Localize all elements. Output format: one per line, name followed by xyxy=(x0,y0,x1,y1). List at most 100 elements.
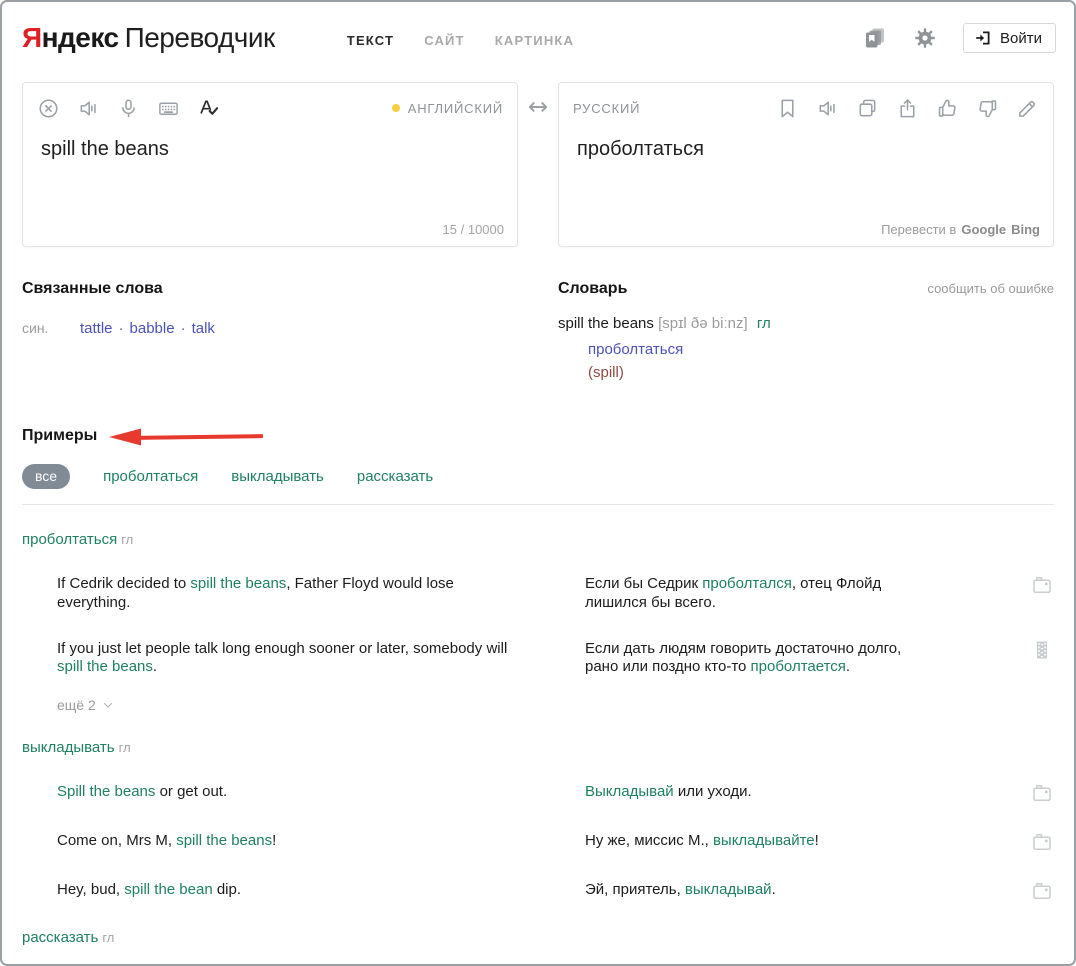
listen-source-icon[interactable] xyxy=(77,97,100,120)
group-pos-label: гл xyxy=(121,532,134,547)
example-group-header: выкладывать гл xyxy=(22,739,1054,756)
swap-languages-icon[interactable] xyxy=(525,94,551,120)
target-toolbar: РУССКИЙ xyxy=(573,95,1039,121)
edit-pencil-icon[interactable] xyxy=(1016,97,1039,120)
example-group-header: проболтаться гл xyxy=(22,531,1054,548)
examples-header: Примеры xyxy=(22,425,1054,447)
login-button[interactable]: Войти xyxy=(963,23,1056,53)
example-translation-text: Эй, приятель, выкладывай. xyxy=(585,881,776,898)
example-source-text: Come on, Mrs M, spill the beans! xyxy=(57,832,277,849)
bookmark-icon[interactable] xyxy=(776,97,799,120)
source-panel[interactable]: АНГЛИЙСКИЙ spill the beans 15 / 10000 xyxy=(22,82,518,247)
highlighted-phrase[interactable]: проболтался xyxy=(702,575,792,592)
source-tools xyxy=(37,97,220,120)
example-row: Come on, Mrs M, spill the beans! Ну же, м… xyxy=(22,832,1054,854)
filmstrip-source-icon[interactable] xyxy=(1030,638,1054,662)
synonym-link[interactable]: babble xyxy=(130,320,175,337)
video-source-icon[interactable] xyxy=(1030,830,1054,854)
video-source-icon[interactable] xyxy=(1030,573,1054,597)
synonym-type-label: син. xyxy=(22,320,49,336)
synonym-link[interactable]: tattle xyxy=(80,320,113,337)
translate-in-label: Перевести в xyxy=(881,222,957,237)
microphone-icon[interactable] xyxy=(117,97,140,120)
example-translation-text: Если бы Седрик проболтался, отец Флойд л… xyxy=(585,575,882,611)
example-group-header: рассказать гл xyxy=(22,929,1054,946)
example-groups: проболтаться гл If Cedrik decided to spill… xyxy=(22,531,1054,964)
target-panel[interactable]: РУССКИЙ проболтаться Перевести в Google … xyxy=(558,82,1054,247)
dictionary-header: Словарь сообщить об ошибке xyxy=(558,280,1054,298)
yandex-translate-logo[interactable]: Яндекс Переводчик xyxy=(22,22,275,54)
chevron-down-icon xyxy=(103,702,112,708)
synonym-links: tattle · babble · talk xyxy=(80,320,215,337)
dictionary-heading: Словарь xyxy=(558,280,628,297)
synonym-link[interactable]: talk xyxy=(192,320,215,337)
highlighted-phrase[interactable]: выкладывайте xyxy=(713,832,815,849)
group-word-link[interactable]: проболтаться xyxy=(22,531,117,548)
show-more-label: ещё 2 xyxy=(57,697,96,713)
source-toolbar: АНГЛИЙСКИЙ xyxy=(37,95,503,121)
example-source-text: Spill the beans or get out. xyxy=(57,783,228,800)
copy-icon[interactable] xyxy=(856,97,879,120)
settings-gear-icon[interactable] xyxy=(913,26,937,50)
clear-input-icon[interactable] xyxy=(37,97,60,120)
group-word-link[interactable]: выкладывать xyxy=(22,739,115,756)
entry-translation-link[interactable]: проболтаться xyxy=(588,341,1054,358)
example-row: If you just let people talk long enough … xyxy=(22,640,1054,678)
examples-divider xyxy=(22,504,1054,505)
filter-word[interactable]: выкладывать xyxy=(231,468,324,485)
engine-google-link[interactable]: Google xyxy=(961,222,1006,237)
target-language-label[interactable]: РУССКИЙ xyxy=(573,101,640,116)
tab-text[interactable]: ТЕКСТ xyxy=(347,33,394,48)
highlighted-phrase[interactable]: проболтается xyxy=(751,658,846,675)
listen-target-icon[interactable] xyxy=(816,97,839,120)
entry-word: spill the beans xyxy=(558,315,654,332)
login-icon xyxy=(976,31,990,45)
example-filters: все проболтаться выкладывать рассказать xyxy=(22,464,1054,489)
group-word-link[interactable]: рассказать xyxy=(22,929,98,946)
example-translation-text: Если дать людям говорить достаточно долг… xyxy=(585,639,902,676)
highlighted-phrase[interactable]: выкладывай xyxy=(685,881,772,898)
collections-icon[interactable] xyxy=(863,26,887,50)
header-actions: Войти xyxy=(863,23,1056,53)
video-source-icon[interactable] xyxy=(1030,781,1054,805)
report-error-link[interactable]: сообщить об ошибке xyxy=(927,281,1054,296)
thumbs-up-icon[interactable] xyxy=(936,97,959,120)
mid-section: Связанные слова син. tattle · babble · talk … xyxy=(2,280,1074,381)
highlighted-phrase[interactable]: spill the beans xyxy=(57,658,153,675)
mode-tabs: ТЕКСТ САЙТ КАРТИНКА xyxy=(347,33,574,48)
filter-all-selected[interactable]: все xyxy=(22,464,71,489)
example-row: Hey, bud, spill the bean dip. Эй, приятел… xyxy=(22,881,1054,903)
video-source-icon[interactable] xyxy=(1030,879,1054,903)
tab-site[interactable]: САЙТ xyxy=(424,33,465,48)
translation-text[interactable]: проболтаться xyxy=(573,138,1039,161)
highlighted-phrase[interactable]: Выкладывай xyxy=(585,783,674,800)
dictionary-entry: spill the beans [spɪl ðə biːnz] гл xyxy=(558,315,1054,332)
filter-word[interactable]: рассказать xyxy=(357,468,433,485)
thumbs-down-icon[interactable] xyxy=(976,97,999,120)
char-counter: 15 / 10000 xyxy=(442,222,504,237)
show-more-examples[interactable]: ещё 2 xyxy=(22,697,1054,713)
highlighted-phrase[interactable]: spill the beans xyxy=(176,832,272,849)
engine-bing-link[interactable]: Bing xyxy=(1011,222,1040,237)
filter-word[interactable]: проболтаться xyxy=(103,468,198,485)
login-label: Войти xyxy=(1000,29,1042,47)
logo-ya: Я xyxy=(22,22,42,53)
spellcheck-icon[interactable] xyxy=(197,97,220,120)
tab-image[interactable]: КАРТИНКА xyxy=(495,33,574,48)
group-pos-label: гл xyxy=(102,930,115,945)
highlighted-phrase[interactable]: Spill the beans xyxy=(57,783,155,800)
highlighted-phrase[interactable]: spill the beans xyxy=(190,575,286,592)
dictionary-section: Словарь сообщить об ошибке spill the bea… xyxy=(558,280,1054,381)
entry-note: (spill) xyxy=(588,364,624,381)
example-row: Spill the beans or get out. Выкладывай ил… xyxy=(22,783,1054,805)
synonym-separator: · xyxy=(118,320,124,337)
example-source-text: If Cedrik decided to spill the beans, Fa… xyxy=(57,575,454,611)
share-icon[interactable] xyxy=(896,97,919,120)
source-language-selector[interactable]: АНГЛИЙСКИЙ xyxy=(391,101,503,116)
example-source-text: Hey, bud, spill the bean dip. xyxy=(57,881,242,898)
highlighted-phrase[interactable]: spill the bean xyxy=(124,881,212,898)
source-text[interactable]: spill the beans xyxy=(37,138,503,161)
screen-keyboard-icon[interactable] xyxy=(157,97,180,120)
translate-in-engines: Перевести в Google Bing xyxy=(881,222,1040,237)
example-source-text: If you just let people talk long enough … xyxy=(57,639,508,676)
